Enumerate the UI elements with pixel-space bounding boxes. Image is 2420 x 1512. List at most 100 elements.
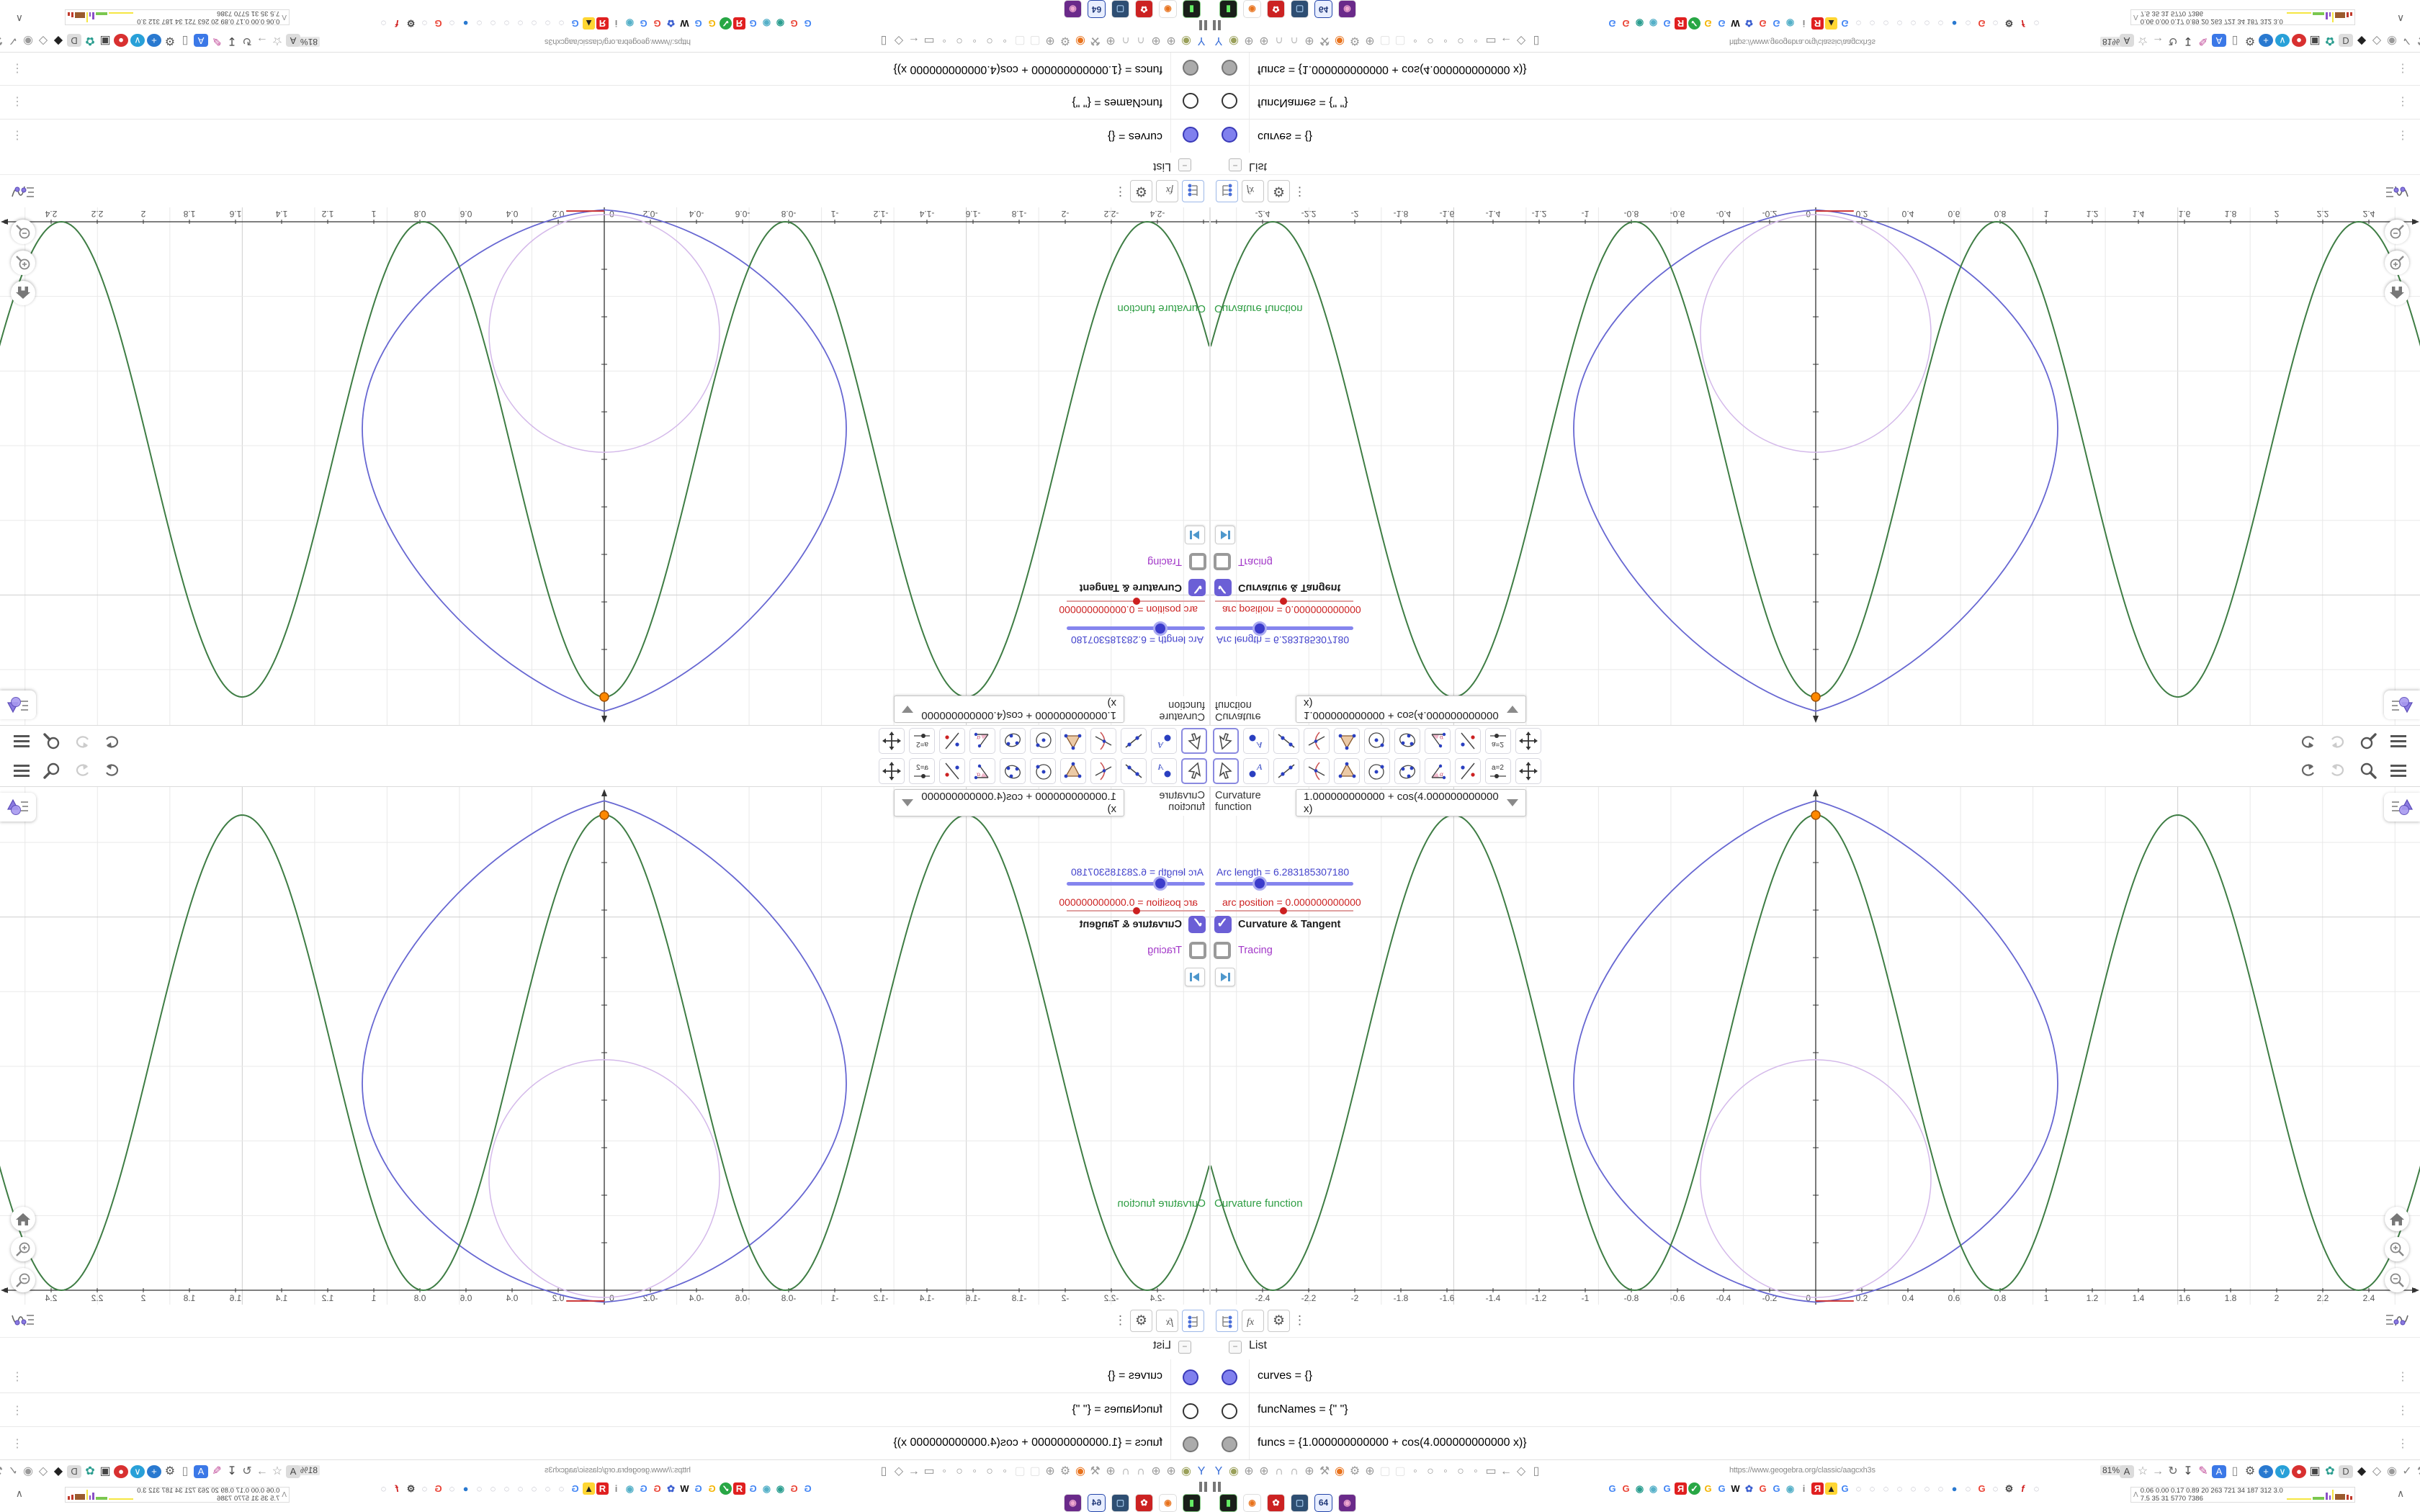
google-favicon[interactable]: G [1839, 17, 1851, 30]
f-favicon[interactable]: f [391, 1482, 403, 1495]
arc-length-slider-handle[interactable] [1252, 876, 1267, 891]
radio-dot-icon[interactable]: ◦ [1408, 33, 1422, 48]
pause-icon[interactable] [1199, 20, 1207, 30]
radio-dot-icon[interactable]: ◦ [1469, 1464, 1483, 1479]
firefox-icon[interactable]: ◉ [1332, 1464, 1347, 1479]
ud-shield-icon[interactable]: ◆ [51, 1464, 66, 1479]
kebab-menu-icon[interactable]: ⋮ [1294, 1313, 1306, 1328]
redo-icon[interactable] [72, 760, 92, 784]
funnel-icon[interactable]: Y [1211, 33, 1226, 48]
google-favicon[interactable]: G [1620, 1482, 1632, 1495]
badge-favicon[interactable]: ◌ [1907, 17, 1919, 30]
folder-icon[interactable]: ▭ [1484, 33, 1498, 48]
tangent-tool-button[interactable] [1304, 758, 1330, 784]
graphics-stylebar-button[interactable] [2384, 793, 2420, 822]
display-app-icon[interactable]: ▢ [1112, 1, 1129, 17]
save64-app-icon[interactable]: 64 [1315, 1495, 1332, 1511]
gauge-icon[interactable]: ∩ [1287, 33, 1301, 48]
globe-icon[interactable]: ⊕ [1043, 33, 1057, 48]
curve-caption[interactable]: Curvature function [1214, 1197, 1303, 1210]
translate-icon[interactable]: A [194, 34, 208, 48]
radio-icon[interactable]: ○ [982, 1464, 997, 1479]
site-favicon[interactable]: ◉ [1784, 17, 1796, 30]
record-icon[interactable]: ◉ [1227, 1464, 1241, 1479]
curvature-tangent-checkbox[interactable] [1214, 579, 1232, 596]
zoom-in-button[interactable] [11, 1237, 35, 1261]
arc-length-slider[interactable] [1067, 876, 1205, 891]
graph-canvas[interactable]: -2.4 -2.2 -2 -1.8 -1.6 -1.4 -1.2 -1 -0.8 -0.6 -0.4… [0, 207, 1209, 725]
row-kebab-icon[interactable]: ⋮ [12, 94, 23, 109]
info-favicon[interactable]: i [610, 17, 622, 30]
pencil-icon[interactable]: ✎ [210, 1464, 224, 1479]
list-section-row[interactable]: − List [1210, 153, 2420, 174]
url-text[interactable]: https://www.geogebra.org/classic/aagcxh3… [1729, 1466, 1876, 1475]
site-favicon[interactable]: ◉ [1634, 1482, 1646, 1495]
funnel-icon[interactable]: Y [1194, 1464, 1209, 1479]
google-favicon[interactable]: G [569, 17, 581, 30]
menu-icon[interactable] [12, 760, 32, 784]
arc-length-slider[interactable] [1215, 621, 1353, 636]
chevron-up-icon[interactable]: ∧ [2397, 12, 2404, 24]
mouse-icon[interactable]: ▯ [178, 33, 192, 48]
conic-tool-button[interactable] [1000, 728, 1026, 754]
list-section-row[interactable]: − List [1210, 1338, 2420, 1359]
badge-favicon[interactable]: ◌ [2030, 1482, 2043, 1495]
pencil-icon[interactable]: ✎ [2196, 1464, 2210, 1479]
arc-position-slider-handle[interactable] [1280, 907, 1287, 914]
zoom-out-button[interactable] [2385, 1268, 2409, 1292]
gear-icon[interactable]: ⚙ [1348, 33, 1362, 48]
badge-favicon[interactable]: ◌ [1880, 1482, 1892, 1495]
algebra-style-icon[interactable] [2384, 177, 2410, 202]
shield-icon[interactable]: ◇ [1514, 1464, 1528, 1479]
function-fx-icon[interactable]: fx [1156, 1310, 1178, 1332]
wikipedia-favicon[interactable]: W [678, 17, 691, 30]
add-circle-icon[interactable]: + [2259, 34, 2273, 48]
globe-icon[interactable]: ⊕ [1149, 1464, 1163, 1479]
radio-dot-icon[interactable]: ◦ [937, 1464, 951, 1479]
globe-icon[interactable]: ◉ [2385, 33, 2399, 48]
function-fx-icon[interactable]: fx [1156, 180, 1178, 202]
translate-icon[interactable]: A [2212, 1464, 2226, 1478]
forward-arrow-icon[interactable]: → [2151, 1464, 2165, 1479]
slider-tool-button[interactable]: a=2 [1485, 728, 1511, 754]
badge-favicon[interactable]: ◌ [446, 1482, 458, 1495]
undo-icon[interactable] [2298, 728, 2318, 752]
collapse-icon[interactable]: − [1229, 158, 1242, 171]
folder-icon[interactable]: ▭ [922, 1464, 936, 1479]
page-zoom-badge[interactable]: 81% [297, 1465, 320, 1475]
conic-tool-button[interactable] [1000, 758, 1026, 784]
zoom-out-button[interactable] [11, 1268, 35, 1292]
funnel-icon[interactable]: Y [1194, 33, 1209, 48]
font-size-icon[interactable]: A [2120, 34, 2134, 48]
algebra-row-funcnames[interactable]: funcNames = {" "} ⋮ [0, 1393, 1210, 1427]
graphics-view[interactable]: -2.4 -2.2 -2 -1.8 -1.6 -1.4 -1.2 -1 -0.8 -0.6 -0.4… [0, 207, 1210, 725]
globe-icon[interactable]: ⊕ [1242, 33, 1256, 48]
pinwheel-icon[interactable]: ✿ [2323, 33, 2337, 48]
arc-start-point[interactable] [599, 692, 609, 702]
star-icon[interactable]: ☆ [270, 1464, 284, 1479]
badge-favicon[interactable]: ◌ [1962, 17, 1974, 30]
algebra-row-curves[interactable]: curves = {} ⋮ [0, 1359, 1210, 1393]
badge-favicon[interactable]: ◌ [555, 17, 568, 30]
down-circle-icon[interactable]: ∨ [130, 1464, 145, 1478]
gear-favicon[interactable]: ⚙ [2003, 1482, 2015, 1495]
line-tool-button[interactable] [1121, 728, 1147, 754]
algebra-row-funcs[interactable]: funcs = {1.000000000000 + cos(4.00000000… [0, 1426, 1210, 1460]
badge-favicon[interactable]: ◌ [446, 17, 458, 30]
ghost-icon[interactable]: ▢ [1393, 1464, 1407, 1479]
badge-favicon[interactable]: ◌ [1989, 1482, 2002, 1495]
wrench-icon[interactable]: ⚒ [1317, 1464, 1332, 1479]
google-favicon[interactable]: G [432, 1482, 444, 1495]
site-favicon[interactable]: ◉ [1634, 17, 1646, 30]
settings-app-icon[interactable]: ✿ [1268, 1495, 1284, 1511]
reload-icon[interactable]: ↻ [240, 33, 254, 48]
badge-favicon[interactable]: ◌ [487, 17, 499, 30]
algebra-style-icon[interactable] [10, 177, 36, 202]
slider-tool-button[interactable]: a=2 [909, 728, 935, 754]
radio-dot-icon[interactable]: ◦ [937, 33, 951, 48]
undo-icon[interactable] [2298, 760, 2318, 784]
move-view-tool-button[interactable] [1515, 728, 1541, 754]
badge-favicon[interactable]: ◌ [1852, 1482, 1865, 1495]
slider-tool-button[interactable]: a=2 [909, 758, 935, 784]
algebra-row-funcs[interactable]: funcs = {1.000000000000 + cos(4.00000000… [0, 52, 1210, 86]
